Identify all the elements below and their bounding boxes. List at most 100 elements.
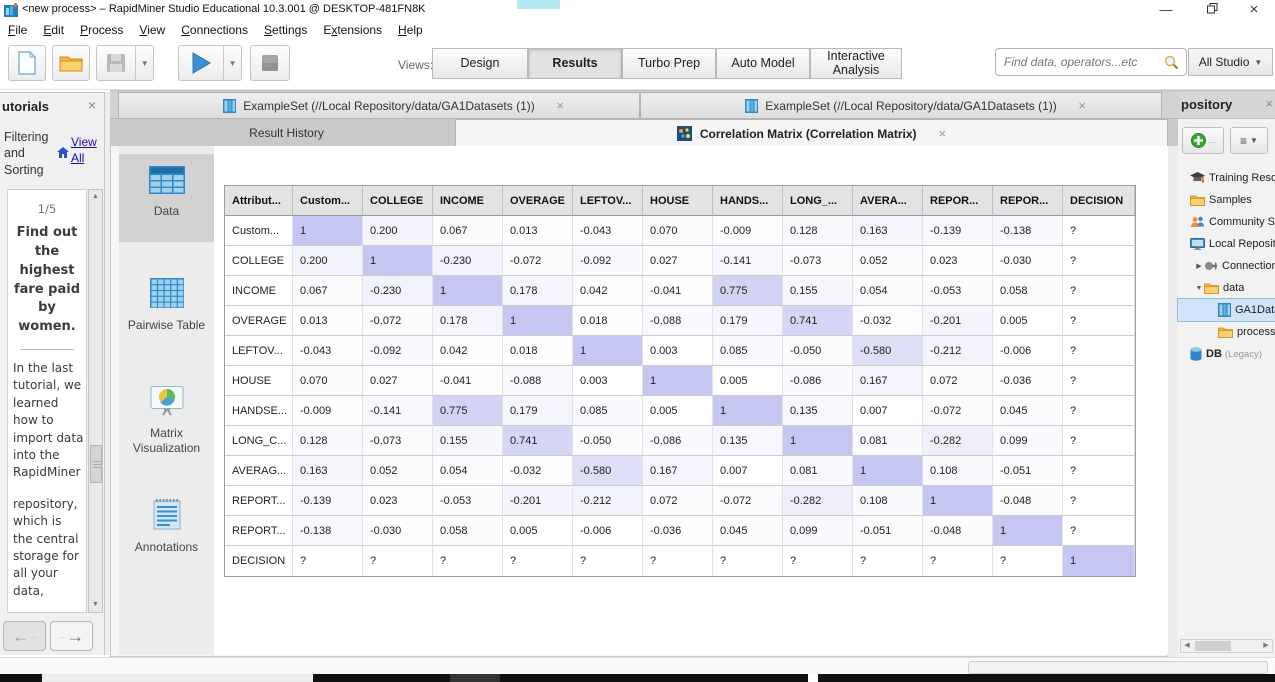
matrix-cell[interactable]: -0.053: [433, 486, 503, 516]
matrix-cell[interactable]: 0.003: [643, 336, 713, 366]
scroll-up-icon[interactable]: ▲: [89, 190, 102, 204]
next-step-button[interactable]: ... →: [50, 621, 93, 651]
matrix-cell[interactable]: 0.007: [853, 396, 923, 426]
tab-exampleset-1[interactable]: ExampleSet (//Local Repository/data/GA1D…: [118, 92, 640, 119]
matrix-cell[interactable]: -0.030: [993, 246, 1063, 276]
matrix-cell[interactable]: -0.032: [503, 456, 573, 486]
panel-splitter[interactable]: [105, 92, 110, 655]
menu-item-file[interactable]: File: [0, 20, 35, 39]
matrix-cell[interactable]: -0.009: [293, 396, 363, 426]
matrix-cell[interactable]: 0.128: [783, 216, 853, 246]
row-label[interactable]: OVERAGE: [225, 306, 293, 336]
scrollbar-thumb[interactable]: [90, 445, 102, 483]
global-search[interactable]: [995, 48, 1187, 76]
matrix-cell[interactable]: ?: [713, 546, 783, 576]
save-icon[interactable]: [97, 46, 135, 80]
matrix-cell[interactable]: 0.179: [503, 396, 573, 426]
matrix-cell[interactable]: ?: [1063, 396, 1135, 426]
close-icon[interactable]: ×: [556, 98, 564, 113]
matrix-cell[interactable]: 0.005: [503, 516, 573, 546]
column-header[interactable]: REPOR...: [993, 186, 1063, 216]
matrix-cell[interactable]: ?: [363, 546, 433, 576]
matrix-cell[interactable]: 1: [923, 486, 993, 516]
matrix-cell[interactable]: ?: [293, 546, 363, 576]
matrix-cell[interactable]: ?: [643, 546, 713, 576]
matrix-cell[interactable]: ?: [1063, 336, 1135, 366]
matrix-cell[interactable]: ?: [993, 546, 1063, 576]
matrix-cell[interactable]: 0.155: [783, 276, 853, 306]
matrix-cell[interactable]: -0.036: [643, 516, 713, 546]
matrix-cell[interactable]: 0.042: [573, 276, 643, 306]
matrix-cell[interactable]: -0.030: [363, 516, 433, 546]
matrix-cell[interactable]: -0.073: [783, 246, 853, 276]
menu-item-edit[interactable]: Edit: [35, 20, 72, 39]
tree-item-community-sa-[interactable]: Community Sa...: [1178, 211, 1275, 233]
matrix-cell[interactable]: -0.212: [573, 486, 643, 516]
matrix-cell[interactable]: -0.088: [503, 366, 573, 396]
matrix-cell[interactable]: 0.775: [713, 276, 783, 306]
matrix-cell[interactable]: -0.032: [853, 306, 923, 336]
row-label[interactable]: HOUSE: [225, 366, 293, 396]
column-header[interactable]: DECISION: [1063, 186, 1135, 216]
matrix-cell[interactable]: -0.050: [783, 336, 853, 366]
matrix-cell[interactable]: -0.051: [993, 456, 1063, 486]
matrix-cell[interactable]: ?: [1063, 276, 1135, 306]
tab-exampleset-2[interactable]: ExampleSet (//Local Repository/data/GA1D…: [640, 92, 1162, 119]
matrix-cell[interactable]: -0.050: [573, 426, 643, 456]
tree-item-training-resou-[interactable]: Training Resou...: [1178, 167, 1275, 189]
matrix-cell[interactable]: ?: [923, 546, 993, 576]
restore-button[interactable]: [1195, 0, 1229, 20]
matrix-cell[interactable]: 0.167: [643, 456, 713, 486]
matrix-cell[interactable]: 1: [293, 216, 363, 246]
row-label[interactable]: AVERAG...: [225, 456, 293, 486]
matrix-cell[interactable]: 0.200: [363, 216, 433, 246]
matrix-cell[interactable]: 0.070: [643, 216, 713, 246]
view-button-interactive-analysis[interactable]: Interactive Analysis: [810, 48, 902, 79]
matrix-cell[interactable]: 1: [503, 306, 573, 336]
tree-item-ga1data-[interactable]: GA1Data...: [1177, 298, 1275, 322]
matrix-cell[interactable]: -0.086: [783, 366, 853, 396]
sidebar-item-data[interactable]: Data: [119, 154, 214, 242]
matrix-cell[interactable]: 0.163: [853, 216, 923, 246]
matrix-cell[interactable]: 1: [993, 516, 1063, 546]
matrix-cell[interactable]: 0.003: [573, 366, 643, 396]
matrix-cell[interactable]: ?: [1063, 486, 1135, 516]
row-label[interactable]: REPORT...: [225, 486, 293, 516]
column-header[interactable]: LEFTOV...: [573, 186, 643, 216]
matrix-cell[interactable]: 0.167: [853, 366, 923, 396]
sidebar-item-pairwise-table[interactable]: Pairwise Table: [119, 266, 214, 358]
matrix-cell[interactable]: 0.007: [713, 456, 783, 486]
matrix-cell[interactable]: 0.072: [923, 366, 993, 396]
matrix-cell[interactable]: 0.178: [503, 276, 573, 306]
matrix-cell[interactable]: 0.108: [923, 456, 993, 486]
matrix-cell[interactable]: -0.006: [573, 516, 643, 546]
tab-result-history[interactable]: Result History: [118, 119, 455, 147]
matrix-cell[interactable]: 0.045: [993, 396, 1063, 426]
scrollbar-thumb[interactable]: [1195, 641, 1231, 651]
save-dropdown-arrow[interactable]: ▼: [135, 46, 153, 80]
column-header[interactable]: Custom...: [293, 186, 363, 216]
matrix-cell[interactable]: 0.005: [643, 396, 713, 426]
column-header[interactable]: OVERAGE: [503, 186, 573, 216]
matrix-cell[interactable]: 0.005: [713, 366, 783, 396]
tree-item-connections[interactable]: ▶ Connections: [1178, 255, 1275, 277]
repository-menu-button[interactable]: ≡ ▼: [1230, 127, 1268, 154]
matrix-cell[interactable]: 0.058: [993, 276, 1063, 306]
matrix-cell[interactable]: ?: [1063, 306, 1135, 336]
matrix-cell[interactable]: 0.027: [363, 366, 433, 396]
search-scope-dropdown[interactable]: All Studio ▼: [1188, 48, 1273, 76]
matrix-cell[interactable]: 0.054: [853, 276, 923, 306]
matrix-cell[interactable]: 1: [573, 336, 643, 366]
row-label[interactable]: LONG_C...: [225, 426, 293, 456]
matrix-cell[interactable]: ?: [503, 546, 573, 576]
matrix-cell[interactable]: ?: [1063, 426, 1135, 456]
scroll-down-icon[interactable]: ▼: [89, 598, 102, 612]
matrix-cell[interactable]: 0.163: [293, 456, 363, 486]
menu-item-help[interactable]: Help: [390, 20, 431, 39]
matrix-cell[interactable]: 0.042: [433, 336, 503, 366]
close-icon[interactable]: ×: [939, 126, 947, 141]
matrix-cell[interactable]: 0.741: [783, 306, 853, 336]
matrix-cell[interactable]: -0.230: [363, 276, 433, 306]
matrix-cell[interactable]: ?: [1063, 516, 1135, 546]
matrix-cell[interactable]: -0.009: [713, 216, 783, 246]
